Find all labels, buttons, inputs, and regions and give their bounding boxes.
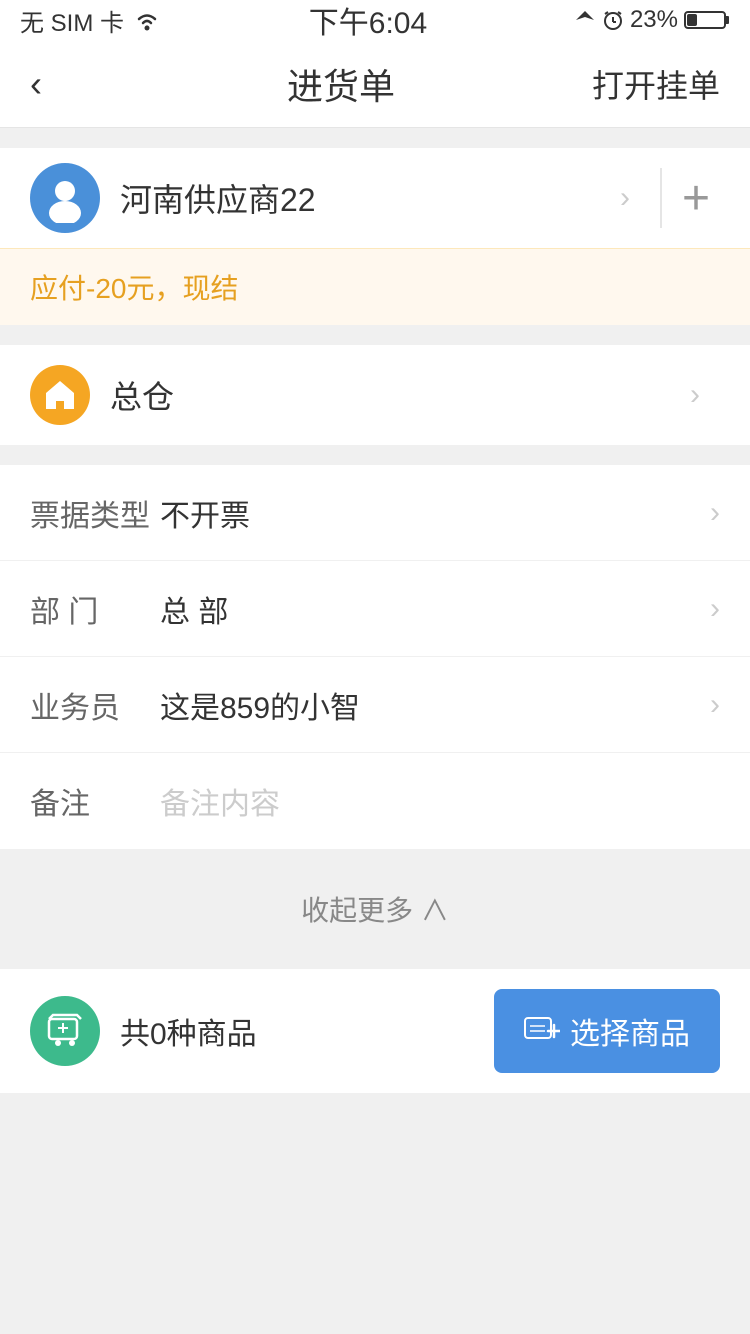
- section-gap-1: [0, 128, 750, 148]
- location-icon: [574, 9, 596, 31]
- product-count: 共0种商品: [120, 1009, 494, 1053]
- battery-percent: 23%: [630, 6, 678, 34]
- open-pending-button[interactable]: 打开挂单: [592, 61, 720, 107]
- salesperson-chevron-icon: ›: [710, 688, 720, 722]
- warehouse-icon: [30, 365, 90, 425]
- cart-icon: [45, 1011, 85, 1051]
- salesperson-label: 业务员: [30, 683, 160, 727]
- wifi-icon: [132, 9, 162, 31]
- remark-label: 备注: [30, 779, 160, 823]
- invoice-type-row[interactable]: 票据类型 不开票 ›: [0, 465, 750, 561]
- remark-value[interactable]: 备注内容: [160, 779, 720, 823]
- invoice-type-label: 票据类型: [30, 491, 160, 535]
- department-value: 总 部: [160, 587, 710, 631]
- form-section: 票据类型 不开票 › 部 门 总 部 › 业务员 这是859的小智 › 备注 备…: [0, 465, 750, 849]
- department-label: 部 门: [30, 587, 160, 631]
- supplier-section[interactable]: 河南供应商22 › +: [0, 148, 750, 248]
- collapse-button[interactable]: 收起更多 ∧: [0, 869, 750, 949]
- nav-bar: ‹ 进货单 打开挂单: [0, 40, 750, 128]
- remark-row[interactable]: 备注 备注内容: [0, 753, 750, 849]
- supplier-avatar: [30, 163, 100, 233]
- add-supplier-button[interactable]: +: [672, 171, 720, 226]
- warehouse-name: 总仓: [110, 372, 690, 418]
- bottom-bar: 共0种商品 选择商品: [0, 969, 750, 1093]
- page-title: 进货单: [287, 58, 395, 110]
- status-bar: 无 SIM 卡 下午6:04 23%: [0, 0, 750, 40]
- invoice-type-chevron-icon: ›: [710, 496, 720, 530]
- salesperson-value: 这是859的小智: [160, 683, 710, 727]
- cart-icon-wrap: [30, 996, 100, 1066]
- supplier-name: 河南供应商22: [120, 175, 620, 221]
- person-icon: [40, 173, 90, 223]
- alarm-icon: [602, 9, 624, 31]
- home-icon: [42, 377, 78, 413]
- department-row[interactable]: 部 门 总 部 ›: [0, 561, 750, 657]
- back-button[interactable]: ‹: [30, 63, 90, 105]
- notice-bar: 应付-20元，现结: [0, 248, 750, 325]
- select-product-icon: [524, 1017, 560, 1045]
- salesperson-row[interactable]: 业务员 这是859的小智 ›: [0, 657, 750, 753]
- no-sim-text: 无 SIM 卡: [20, 3, 124, 38]
- supplier-divider: [660, 168, 662, 228]
- invoice-type-value: 不开票: [160, 491, 710, 535]
- battery-icon: [684, 9, 730, 31]
- status-left: 无 SIM 卡: [20, 3, 162, 38]
- select-product-label: 选择商品: [570, 1009, 690, 1053]
- department-chevron-icon: ›: [710, 592, 720, 626]
- supplier-chevron-icon: ›: [620, 181, 630, 215]
- warehouse-chevron-icon: ›: [690, 378, 700, 412]
- warehouse-section[interactable]: 总仓 ›: [0, 345, 750, 445]
- status-right: 23%: [574, 6, 730, 34]
- status-time: 下午6:04: [309, 0, 427, 42]
- collapse-label: 收起更多 ∧: [301, 889, 449, 929]
- select-product-button[interactable]: 选择商品: [494, 989, 720, 1073]
